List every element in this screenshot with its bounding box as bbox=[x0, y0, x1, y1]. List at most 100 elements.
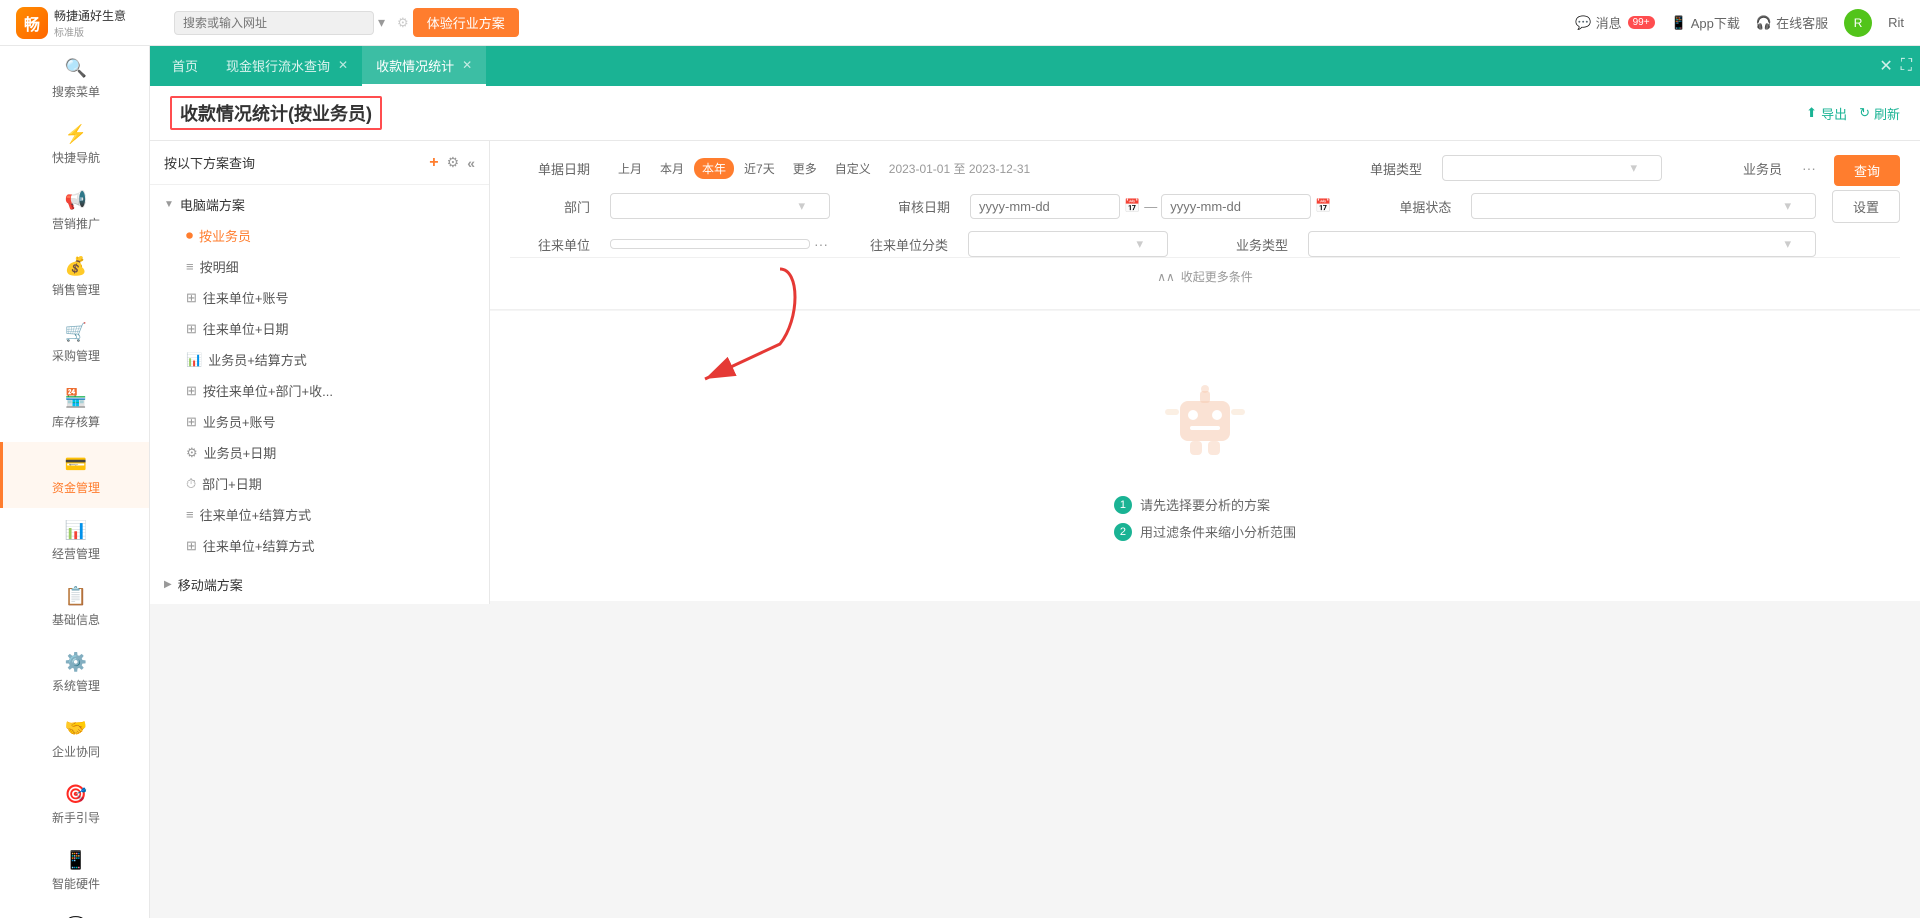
sidebar-item-inventory[interactable]: 🏪 库存核算 bbox=[0, 376, 149, 442]
tree-item-salesperson-account-label: 业务员+账号 bbox=[203, 412, 276, 431]
tree-item-by-salesperson[interactable]: ⏺ 按业务员 bbox=[150, 220, 489, 251]
collapse-btn[interactable]: ∧∧ 收起更多条件 bbox=[510, 257, 1900, 295]
url-input[interactable] bbox=[174, 11, 374, 35]
review-date-start[interactable] bbox=[970, 194, 1120, 219]
avatar[interactable]: R bbox=[1844, 9, 1872, 37]
nav-dropdown-icon[interactable]: ▾ bbox=[378, 14, 385, 31]
salesperson-account-icon: ⊞ bbox=[186, 414, 197, 430]
doc-status-select[interactable]: ▾ bbox=[1471, 193, 1816, 219]
query-btn[interactable]: 查询 bbox=[1834, 155, 1900, 186]
counterpart-category-select[interactable]: ▾ bbox=[968, 231, 1168, 257]
sidebar-item-enterprise[interactable]: 🤝 企业协同 bbox=[0, 706, 149, 772]
panel-add-btn[interactable]: + bbox=[429, 154, 438, 172]
date-tab-last-month[interactable]: 上月 bbox=[610, 158, 650, 179]
tree-item-unit-settle1-label: 往来单位+结算方式 bbox=[200, 505, 312, 524]
sidebar-item-system[interactable]: ⚙️ 系统管理 bbox=[0, 640, 149, 706]
sidebar-item-wechat[interactable]: 💬 企业微信 bbox=[0, 904, 149, 918]
step-1-num: 1 bbox=[1114, 496, 1132, 514]
guide-icon: 🎯 bbox=[65, 784, 87, 805]
date-tab-last-7days[interactable]: 近7天 bbox=[736, 158, 783, 179]
filter-area: 单据日期 上月 本月 本年 近7天 更多 自定义 bbox=[490, 141, 1920, 310]
online-service-item[interactable]: 🎧 在线客服 bbox=[1756, 13, 1828, 32]
counterpart-select[interactable] bbox=[610, 239, 810, 249]
counterpart-label: 往来单位 bbox=[510, 235, 590, 254]
review-date-end[interactable] bbox=[1161, 194, 1311, 219]
counterpart-more-btn[interactable]: ··· bbox=[814, 236, 828, 252]
date-tab-custom[interactable]: 自定义 bbox=[827, 158, 879, 179]
message-icon: 💬 bbox=[1575, 15, 1591, 31]
tree-item-unit-settle2[interactable]: ⊞ 往来单位+结算方式 bbox=[150, 530, 489, 561]
tree-category-desktop[interactable]: ▼ 电脑端方案 bbox=[150, 189, 489, 220]
operations-icon: 📊 bbox=[65, 520, 87, 541]
smart-hw-icon: 📱 bbox=[65, 850, 87, 871]
desktop-category-label: 电脑端方案 bbox=[180, 195, 245, 214]
trial-btn[interactable]: 体验行业方案 bbox=[413, 8, 519, 37]
quick-nav-icon: ⚡ bbox=[65, 124, 87, 145]
message-item[interactable]: 💬 消息 99+ bbox=[1575, 13, 1654, 32]
sidebar-item-smart-hw[interactable]: 📱 智能硬件 bbox=[0, 838, 149, 904]
panel-settings-btn[interactable]: ⚙ bbox=[447, 154, 460, 171]
calendar-icon-start[interactable]: 📅 bbox=[1124, 198, 1140, 214]
tab-home[interactable]: 首页 bbox=[158, 46, 212, 86]
headset-icon: 🎧 bbox=[1756, 15, 1772, 31]
window-maximize-btn[interactable]: ⛶ bbox=[1901, 57, 1912, 75]
empty-steps: 1 请先选择要分析的方案 2 用过滤条件来缩小分析范围 bbox=[1114, 495, 1296, 541]
sidebar-item-guide[interactable]: 🎯 新手引导 bbox=[0, 772, 149, 838]
panel-collapse-btn[interactable]: « bbox=[467, 155, 475, 171]
business-type-select[interactable]: ▾ bbox=[1308, 231, 1816, 257]
sidebar-item-sales[interactable]: 💰 销售管理 bbox=[0, 244, 149, 310]
page-title: 收款情况统计(按业务员) bbox=[170, 96, 382, 130]
tree-item-dept-date[interactable]: ⏱ 部门+日期 bbox=[150, 468, 489, 499]
sidebar-item-basic[interactable]: 📋 基础信息 bbox=[0, 574, 149, 640]
tree-item-salesperson-settle[interactable]: 📊 业务员+结算方式 bbox=[150, 344, 489, 375]
tree-section-desktop: ▼ 电脑端方案 ⏺ 按业务员 ≡ 按明细 ⊞ bbox=[150, 185, 489, 565]
tab-bank-flow-close[interactable]: ✕ bbox=[338, 58, 348, 72]
tree-item-unit-dept-collect[interactable]: ⊞ 按往来单位+部门+收... bbox=[150, 375, 489, 406]
tree-item-salesperson-account[interactable]: ⊞ 业务员+账号 bbox=[150, 406, 489, 437]
gear-icon[interactable]: ⚙ bbox=[397, 15, 409, 31]
sidebar: 🔍 搜索菜单 ⚡ 快捷导航 📢 营销推广 💰 销售管理 🛒 采购管理 🏪 库存核… bbox=[0, 46, 150, 918]
date-tab-more[interactable]: 更多 bbox=[785, 158, 825, 179]
sidebar-item-purchase[interactable]: 🛒 采购管理 bbox=[0, 310, 149, 376]
page-title-bar: 收款情况统计(按业务员) ⬆ 导出 ↻ 刷新 bbox=[150, 86, 1920, 141]
tree-item-unit-date-label: 往来单位+日期 bbox=[203, 319, 289, 338]
date-tab-this-month[interactable]: 本月 bbox=[652, 158, 692, 179]
content-area: 首页 现金银行流水查询 ✕ 收款情况统计 ✕ ✕ ⛶ 收款情况统计(按业务员) bbox=[150, 46, 1920, 918]
tree-item-unit-date[interactable]: ⊞ 往来单位+日期 bbox=[150, 313, 489, 344]
tree-item-salesperson-date-label: 业务员+日期 bbox=[204, 443, 277, 462]
sidebar-item-operations[interactable]: 📊 经营管理 bbox=[0, 508, 149, 574]
refresh-btn[interactable]: ↻ 刷新 bbox=[1859, 104, 1900, 123]
sidebar-item-search-menu[interactable]: 🔍 搜索菜单 bbox=[0, 46, 149, 112]
dept-label: 部门 bbox=[510, 197, 590, 216]
panel-header: 按以下方案查询 + ⚙ « bbox=[150, 141, 489, 185]
tree-item-salesperson-date[interactable]: ⚙ 业务员+日期 bbox=[150, 437, 489, 468]
salesperson-more-btn[interactable]: ··· bbox=[1802, 160, 1816, 176]
export-btn[interactable]: ⬆ 导出 bbox=[1806, 104, 1847, 123]
tab-collection-stats[interactable]: 收款情况统计 ✕ bbox=[362, 46, 486, 86]
tree-item-unit-account[interactable]: ⊞ 往来单位+账号 bbox=[150, 282, 489, 313]
window-close-btn[interactable]: ✕ bbox=[1879, 56, 1892, 76]
tab-collection-stats-close[interactable]: ✕ bbox=[462, 58, 472, 72]
settings-btn[interactable]: 设置 bbox=[1832, 190, 1900, 223]
app-download-item[interactable]: 📱 App下载 bbox=[1671, 13, 1740, 32]
tab-bank-flow[interactable]: 现金银行流水查询 ✕ bbox=[212, 46, 362, 86]
salesperson-icon: ⏺ bbox=[186, 227, 193, 244]
business-type-label: 业务类型 bbox=[1208, 235, 1288, 254]
dept-select[interactable]: ▾ bbox=[610, 193, 830, 219]
sidebar-item-finance[interactable]: 💳 资金管理 bbox=[0, 442, 149, 508]
tree-item-salesperson-settle-label: 业务员+结算方式 bbox=[208, 350, 307, 369]
sidebar-label-sales: 销售管理 bbox=[52, 281, 100, 298]
sidebar-item-quick-nav[interactable]: ⚡ 快捷导航 bbox=[0, 112, 149, 178]
tree-item-unit-settle1[interactable]: ≡ 往来单位+结算方式 bbox=[150, 499, 489, 530]
tree-item-unit-dept-collect-label: 按往来单位+部门+收... bbox=[203, 381, 333, 400]
sidebar-label-enterprise: 企业协同 bbox=[52, 743, 100, 760]
tree-category-mobile[interactable]: ▶ 移动端方案 bbox=[150, 569, 489, 600]
sidebar-label-inventory: 库存核算 bbox=[52, 413, 100, 430]
doc-type-select[interactable]: ▾ bbox=[1442, 155, 1662, 181]
sidebar-item-marketing[interactable]: 📢 营销推广 bbox=[0, 178, 149, 244]
tree-item-by-detail[interactable]: ≡ 按明细 bbox=[150, 251, 489, 282]
date-tab-this-year[interactable]: 本年 bbox=[694, 158, 734, 179]
top-header: 畅 畅捷通好生意 标准版 ▾ ⚙ 体验行业方案 💬 消息 99+ 📱 App下载… bbox=[0, 0, 1920, 46]
page-content: 收款情况统计(按业务员) ⬆ 导出 ↻ 刷新 按以下 bbox=[150, 86, 1920, 918]
calendar-icon-end[interactable]: 📅 bbox=[1315, 198, 1331, 214]
